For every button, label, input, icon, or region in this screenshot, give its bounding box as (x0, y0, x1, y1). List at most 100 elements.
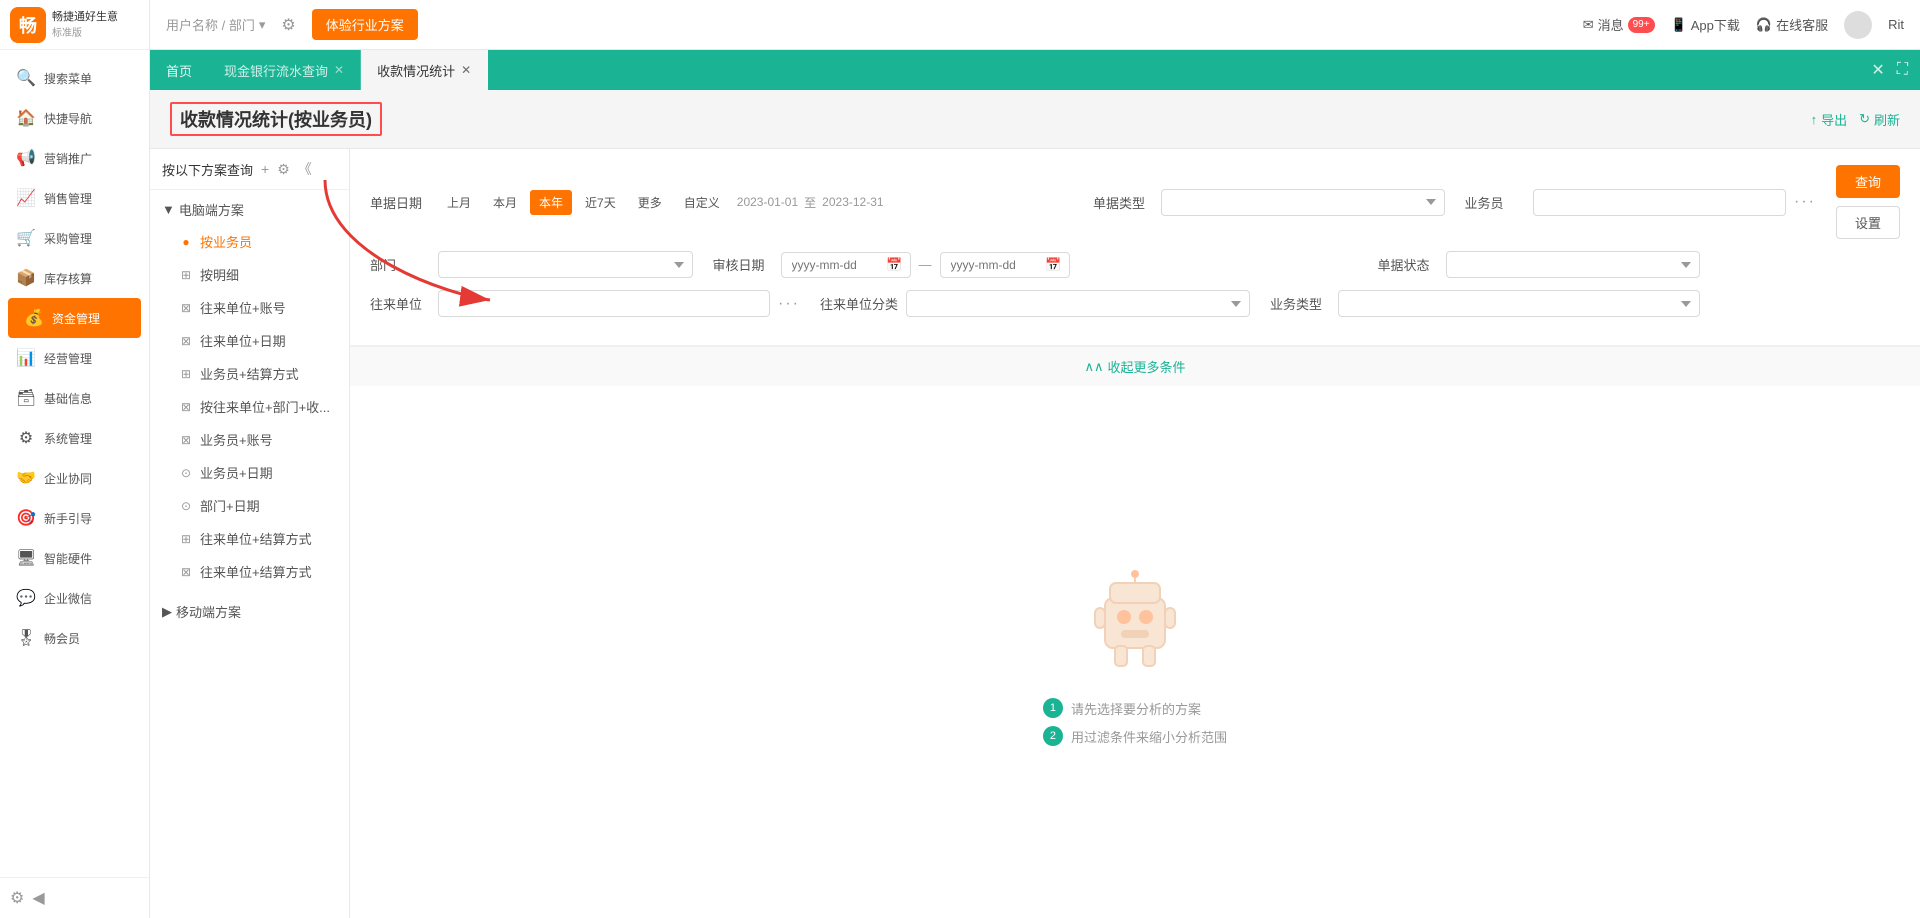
this-year-tab[interactable]: 本年 (530, 190, 572, 215)
phone-icon: 📱 (1671, 17, 1687, 33)
scheme-item-unit-settle1-label: 往来单位+结算方式 (200, 529, 312, 548)
date-tabs: 上月 本月 本年 近7天 更多 自定义 (438, 190, 729, 215)
sidebar-item-finance[interactable]: 💰 资金管理 (8, 298, 141, 338)
tab-collection-stats[interactable]: 收款情况统计 ✕ (361, 50, 488, 90)
basic-info-icon: 🗃 (16, 388, 36, 408)
scheme-item-salesperson-date-label: 业务员+日期 (200, 463, 273, 482)
sidebar-item-enterprise[interactable]: 🤝 企业协同 (0, 458, 149, 498)
scheme-item-unit-date[interactable]: ⊠ 往来单位+日期 (150, 324, 349, 357)
business-type-label: 业务类型 (1270, 294, 1330, 313)
more-tab[interactable]: 更多 (629, 190, 671, 215)
sidebar-item-search[interactable]: 🔍 搜索菜单 (0, 58, 149, 98)
clock-icon-1: ⊙ (178, 466, 194, 480)
sidebar: 畅 畅捷通好生意 标准版 🔍 搜索菜单 🏠 快捷导航 📢 营销推广 📈 销售管理… (0, 0, 150, 918)
scheme-item-salesperson-date[interactable]: ⊙ 业务员+日期 (150, 456, 349, 489)
username: Rit (1888, 17, 1904, 32)
page-header: 收款情况统计(按业务员) ↑ 导出 ↻ 刷新 (150, 90, 1920, 149)
doc-type-label: 单据类型 (1093, 193, 1153, 212)
sidebar-settings-btn[interactable]: ⚙ (10, 888, 24, 908)
scheme-settings-icon[interactable]: ⚙ (277, 161, 290, 178)
scheme-item-salesperson-settle-label: 业务员+结算方式 (200, 364, 299, 383)
date-range-separator: 至 (804, 194, 816, 211)
this-month-tab[interactable]: 本月 (484, 190, 526, 215)
try-industry-btn[interactable]: 体验行业方案 (312, 9, 418, 40)
sidebar-nav: 🔍 搜索菜单 🏠 快捷导航 📢 营销推广 📈 销售管理 🛒 采购管理 📦 库存核… (0, 50, 149, 877)
sidebar-item-member[interactable]: 🎖 畅会员 (0, 618, 149, 658)
prev-month-tab[interactable]: 上月 (438, 190, 480, 215)
last7-tab[interactable]: 近7天 (576, 190, 625, 215)
doc-status-select[interactable] (1446, 251, 1701, 278)
tab-bank-flow-close-icon[interactable]: ✕ (334, 63, 344, 77)
action-btns-container: 查询 设置 (1836, 165, 1900, 239)
message-btn[interactable]: ✉ 消息 99+ (1583, 15, 1655, 34)
counterpart-type-label: 往来单位分类 (820, 294, 898, 313)
scheme-item-unit-settle2[interactable]: ⊠ 往来单位+结算方式 (150, 555, 349, 588)
scheme-item-unit-dept-collection[interactable]: ⊠ 按往来单位+部门+收... (150, 390, 349, 423)
scheme-item-dept-date[interactable]: ⊙ 部门+日期 (150, 489, 349, 522)
sidebar-item-quick-nav[interactable]: 🏠 快捷导航 (0, 98, 149, 138)
scheme-item-by-salesperson[interactable]: ● 按业务员 (150, 225, 349, 258)
scheme-item-unit-account-label: 往来单位+账号 (200, 298, 286, 317)
scheme-add-btn[interactable]: + (261, 161, 269, 177)
sidebar-item-hardware[interactable]: 🖥 智能硬件 (0, 538, 149, 578)
sidebar-item-purchase[interactable]: 🛒 采购管理 (0, 218, 149, 258)
counterpart-more-btn[interactable]: ··· (778, 295, 800, 313)
close-window-icon[interactable]: ✕ (1871, 60, 1884, 80)
scheme-header-title: 按以下方案查询 (162, 160, 253, 179)
sidebar-item-inventory[interactable]: 📦 库存核算 (0, 258, 149, 298)
sidebar-item-enterprise-label: 企业协同 (44, 470, 92, 487)
salesperson-input[interactable] (1533, 189, 1787, 216)
settings-btn[interactable]: 设置 (1836, 206, 1900, 239)
online-service-btn[interactable]: 🎧 在线客服 (1756, 15, 1828, 34)
business-type-select[interactable] (1338, 290, 1700, 317)
tab-collection-stats-close-icon[interactable]: ✕ (461, 63, 471, 77)
scheme-item-by-detail[interactable]: ⊞ 按明细 (150, 258, 349, 291)
sidebar-item-system[interactable]: ⚙ 系统管理 (0, 418, 149, 458)
maximize-icon[interactable]: ⛶ (1897, 61, 1908, 79)
sidebar-item-wechat[interactable]: 💬 企业微信 (0, 578, 149, 618)
refresh-btn[interactable]: ↻ 刷新 (1859, 110, 1900, 129)
avatar[interactable] (1844, 11, 1872, 39)
scheme-collapse-icon[interactable]: 《 (298, 159, 312, 179)
empty-tip-2: 2 用过滤条件来缩小分析范围 (1043, 726, 1227, 746)
query-btn[interactable]: 查询 (1836, 165, 1900, 198)
sidebar-item-operations[interactable]: 📊 经营管理 (0, 338, 149, 378)
scheme-item-unit-account[interactable]: ⊠ 往来单位+账号 (150, 291, 349, 324)
doc-status-label: 单据状态 (1378, 255, 1438, 274)
breadcrumb: 用户名称 / 部门 ▾ (166, 15, 265, 34)
tabbar-right: ✕ ⛶ (1871, 50, 1920, 90)
tab-home-label: 首页 (166, 61, 192, 80)
tabbar: 首页 现金银行流水查询 ✕ 收款情况统计 ✕ ✕ ⛶ (150, 50, 1920, 90)
filter-group-dept: 部门 (370, 251, 693, 278)
scheme-item-salesperson-account[interactable]: ⊠ 业务员+账号 (150, 423, 349, 456)
salesperson-more-btn[interactable]: ··· (1794, 193, 1816, 211)
scheme-group-mobile-header[interactable]: ▶ 移动端方案 (150, 596, 349, 627)
sidebar-item-basic-info[interactable]: 🗃 基础信息 (0, 378, 149, 418)
scheme-group-mobile: ▶ 移动端方案 (150, 592, 349, 631)
scheme-group-desktop-header[interactable]: ▼ 电脑端方案 (150, 194, 349, 225)
review-date-start-wrapper: 📅 (781, 252, 911, 278)
app-download-btn[interactable]: 📱 App下载 (1671, 15, 1740, 34)
sidebar-item-marketing[interactable]: 📢 营销推广 (0, 138, 149, 178)
export-icon: ↑ (1811, 112, 1818, 127)
empty-illustration (1075, 558, 1195, 678)
export-btn[interactable]: ↑ 导出 (1811, 110, 1848, 129)
gear-icon[interactable]: ⚙ (281, 15, 295, 35)
dept-select[interactable] (438, 251, 693, 278)
scheme-item-salesperson-settle[interactable]: ⊞ 业务员+结算方式 (150, 357, 349, 390)
tab-home[interactable]: 首页 (150, 50, 208, 90)
tab-bank-flow-label: 现金银行流水查询 (224, 61, 328, 80)
sidebar-item-guide[interactable]: 🎯 新手引导 (0, 498, 149, 538)
collapse-btn[interactable]: ∧∧ 收起更多条件 (350, 346, 1920, 386)
scheme-item-unit-dept-collection-label: 按往来单位+部门+收... (200, 397, 330, 416)
doc-type-select[interactable] (1161, 189, 1445, 216)
sidebar-collapse-btn[interactable]: ◀‌‌ (32, 888, 44, 908)
custom-tab[interactable]: 自定义 (675, 190, 729, 215)
counterpart-type-select[interactable] (906, 290, 1250, 317)
counterpart-input[interactable] (438, 290, 770, 317)
scheme-item-unit-settle1[interactable]: ⊞ 往来单位+结算方式 (150, 522, 349, 555)
tab-bank-flow[interactable]: 现金银行流水查询 ✕ (208, 50, 361, 90)
sidebar-item-sales[interactable]: 📈 销售管理 (0, 178, 149, 218)
calendar-icon-2: 📅 (1045, 257, 1061, 273)
clock-icon-2: ⊙ (178, 499, 194, 513)
